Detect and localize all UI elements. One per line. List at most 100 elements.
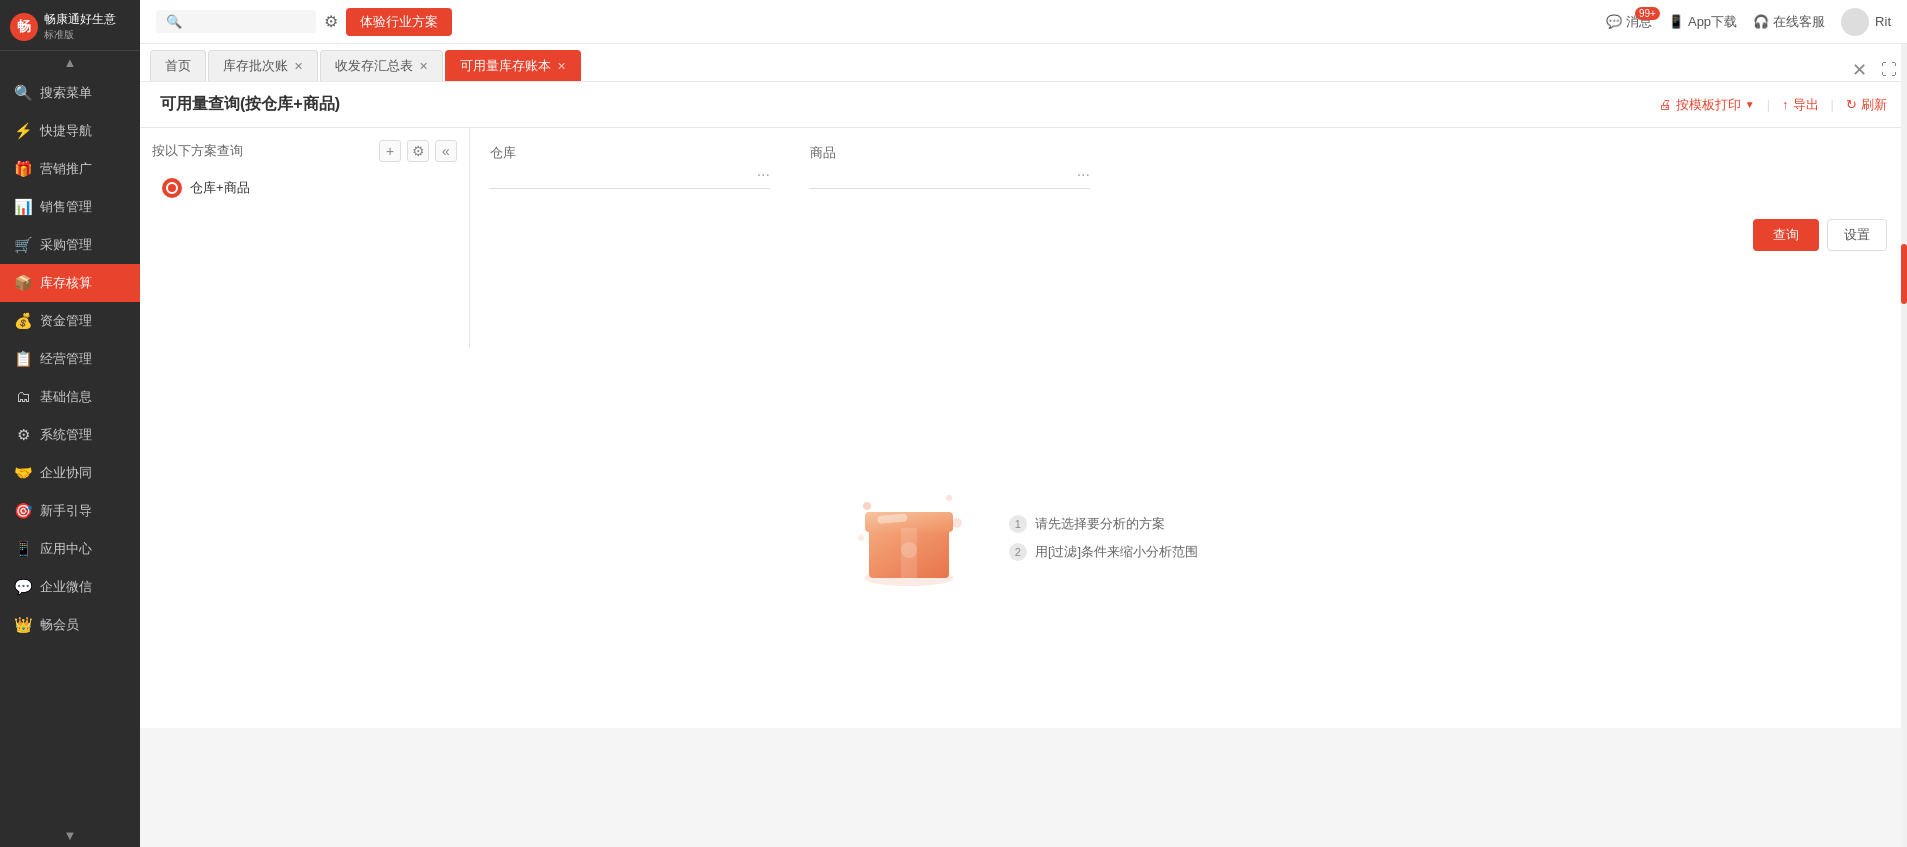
scheme-icon: [162, 178, 182, 198]
right-scrollbar: [1901, 44, 1907, 847]
tab-close-batch[interactable]: ✕: [294, 60, 303, 73]
query-scheme-title: 按以下方案查询: [152, 142, 243, 160]
sidebar-item-newbie[interactable]: 🎯 新手引导: [0, 492, 140, 530]
headphone-icon: 🎧: [1753, 14, 1769, 29]
topbar-search-input[interactable]: [188, 15, 288, 29]
purchase-icon: 🛒: [14, 236, 32, 254]
scrollbar-thumb[interactable]: [1901, 244, 1907, 304]
query-section: 按以下方案查询 + ⚙ « 仓库+商品: [140, 128, 1907, 348]
industry-solution-button[interactable]: 体验行业方案: [346, 8, 452, 36]
topbar-left: 🔍 ⚙ 体验行业方案: [156, 8, 1594, 36]
sidebar-scroll-down[interactable]: ▼: [0, 824, 140, 847]
sidebar-item-sales[interactable]: 📊 销售管理: [0, 188, 140, 226]
sidebar-item-collab[interactable]: 🤝 企业协同: [0, 454, 140, 492]
username-label: Rit: [1875, 14, 1891, 29]
finance-icon: 💰: [14, 312, 32, 330]
quicknav-icon: ⚡: [14, 122, 32, 140]
svg-point-5: [901, 542, 917, 558]
print-button[interactable]: 🖨 按模板打印 ▼: [1659, 96, 1755, 114]
collapse-scheme-button[interactable]: «: [435, 140, 457, 162]
tab-batch-account[interactable]: 库存批次账 ✕: [208, 50, 318, 81]
settings-scheme-button[interactable]: ⚙: [407, 140, 429, 162]
avatar: [1841, 8, 1869, 36]
message-button[interactable]: 💬 消息 99+: [1606, 13, 1652, 31]
sidebar-item-inventory[interactable]: 📦 库存核算: [0, 264, 140, 302]
sidebar-item-member[interactable]: 👑 畅会员: [0, 606, 140, 644]
goods-input[interactable]: [810, 168, 1071, 183]
phone-icon: 📱: [1668, 14, 1684, 29]
tab-home[interactable]: 首页: [150, 50, 206, 81]
app-download-button[interactable]: 📱 App下载: [1668, 13, 1737, 31]
hint-text-2: 用[过滤]条件来缩小分析范围: [1035, 543, 1198, 561]
sidebar-item-system[interactable]: ⚙ 系统管理: [0, 416, 140, 454]
add-scheme-button[interactable]: +: [379, 140, 401, 162]
wecom-icon: 💬: [14, 578, 32, 596]
refresh-icon: ↻: [1846, 97, 1857, 112]
tabbar-expand-button[interactable]: ⛶: [1881, 61, 1897, 79]
sidebar-item-basic[interactable]: 🗂 基础信息: [0, 378, 140, 416]
search-icon: 🔍: [14, 84, 32, 102]
svg-point-6: [863, 502, 871, 510]
user-menu[interactable]: Rit: [1841, 8, 1891, 36]
sidebar-item-wecom[interactable]: 💬 企业微信: [0, 568, 140, 606]
refresh-button[interactable]: ↻ 刷新: [1846, 96, 1887, 114]
settings-button[interactable]: 设置: [1827, 219, 1887, 251]
query-field-goods: 商品 ···: [810, 144, 1090, 189]
tab-close-available[interactable]: ✕: [557, 60, 566, 73]
goods-more-icon[interactable]: ···: [1077, 166, 1090, 184]
sidebar-scroll-up[interactable]: ▲: [0, 51, 140, 74]
page-header: 可用量查询(按仓库+商品) 🖨 按模板打印 ▼ | ↑ 导出 | ↻ 刷新: [140, 82, 1907, 128]
query-button[interactable]: 查询: [1753, 219, 1819, 251]
page-title: 可用量查询(按仓库+商品): [160, 94, 340, 115]
basic-icon: 🗂: [14, 388, 32, 406]
empty-box-svg: [849, 478, 969, 588]
newbie-icon: 🎯: [14, 502, 32, 520]
topbar-search-box: 🔍: [156, 10, 316, 33]
member-icon: 👑: [14, 616, 32, 634]
tabbar-right-actions: ✕ ⛶: [1846, 59, 1897, 81]
system-icon: ⚙: [14, 426, 32, 444]
query-field-warehouse: 仓库 ···: [490, 144, 770, 189]
tab-available-stock[interactable]: 可用量库存账本 ✕: [445, 50, 581, 81]
brand-icon: 畅: [10, 13, 38, 41]
query-fields: 仓库 ··· 商品 ···: [490, 144, 1887, 189]
sidebar: 畅 畅康通好生意 标准版 ▲ 🔍 搜索菜单 ⚡ 快捷导航 🎁 营销推广 📊 销售…: [0, 0, 140, 847]
content-area: 可用量查询(按仓库+商品) 🖨 按模板打印 ▼ | ↑ 导出 | ↻ 刷新: [140, 82, 1907, 847]
sidebar-item-operation[interactable]: 📋 经营管理: [0, 340, 140, 378]
sidebar-item-search[interactable]: 🔍 搜索菜单: [0, 74, 140, 112]
scheme-item-warehouse-goods[interactable]: 仓库+商品: [152, 172, 457, 204]
warehouse-more-icon[interactable]: ···: [757, 166, 770, 184]
sidebar-item-marketing[interactable]: 🎁 营销推广: [0, 150, 140, 188]
svg-point-7: [946, 495, 952, 501]
search-icon-small: 🔍: [166, 14, 182, 29]
tabbar: 首页 库存批次账 ✕ 收发存汇总表 ✕ 可用量库存账本 ✕ ✕ ⛶: [140, 44, 1907, 82]
brand-name: 畅康通好生意: [44, 12, 116, 28]
brand-sub: 标准版: [44, 28, 116, 42]
warehouse-input[interactable]: [490, 168, 751, 183]
message-badge: 99+: [1635, 7, 1660, 20]
query-btn-area: 查询 设置: [490, 219, 1887, 251]
tab-close-collect[interactable]: ✕: [419, 60, 428, 73]
sidebar-item-appcenter[interactable]: 📱 应用中心: [0, 530, 140, 568]
svg-point-9: [858, 535, 864, 541]
message-icon: 💬: [1606, 14, 1622, 29]
sidebar-item-quicknav[interactable]: ⚡ 快捷导航: [0, 112, 140, 150]
online-service-button[interactable]: 🎧 在线客服: [1753, 13, 1825, 31]
tabbar-close-button[interactable]: ✕: [1846, 59, 1873, 81]
print-icon: 🖨: [1659, 97, 1672, 112]
sidebar-header: 畅 畅康通好生意 标准版: [0, 0, 140, 51]
sidebar-item-purchase[interactable]: 🛒 采购管理: [0, 226, 140, 264]
empty-illustration: [849, 478, 969, 598]
topbar-right: 💬 消息 99+ 📱 App下载 🎧 在线客服 Rit: [1606, 8, 1891, 36]
hint-text-1: 请先选择要分析的方案: [1035, 515, 1165, 533]
collab-icon: 🤝: [14, 464, 32, 482]
empty-state-area: 1 请先选择要分析的方案 2 用[过滤]条件来缩小分析范围: [140, 348, 1907, 728]
page-header-actions: 🖨 按模板打印 ▼ | ↑ 导出 | ↻ 刷新: [1659, 96, 1887, 114]
tab-collect-account[interactable]: 收发存汇总表 ✕: [320, 50, 443, 81]
empty-content: 1 请先选择要分析的方案 2 用[过滤]条件来缩小分析范围: [849, 478, 1198, 598]
sidebar-item-finance[interactable]: 💰 资金管理: [0, 302, 140, 340]
gear-icon[interactable]: ⚙: [324, 12, 338, 31]
export-button[interactable]: ↑ 导出: [1782, 96, 1819, 114]
brand: 畅 畅康通好生意 标准版: [10, 12, 130, 42]
topbar: 🔍 ⚙ 体验行业方案 💬 消息 99+ 📱 App下载 🎧 在线客服 R: [140, 0, 1907, 44]
